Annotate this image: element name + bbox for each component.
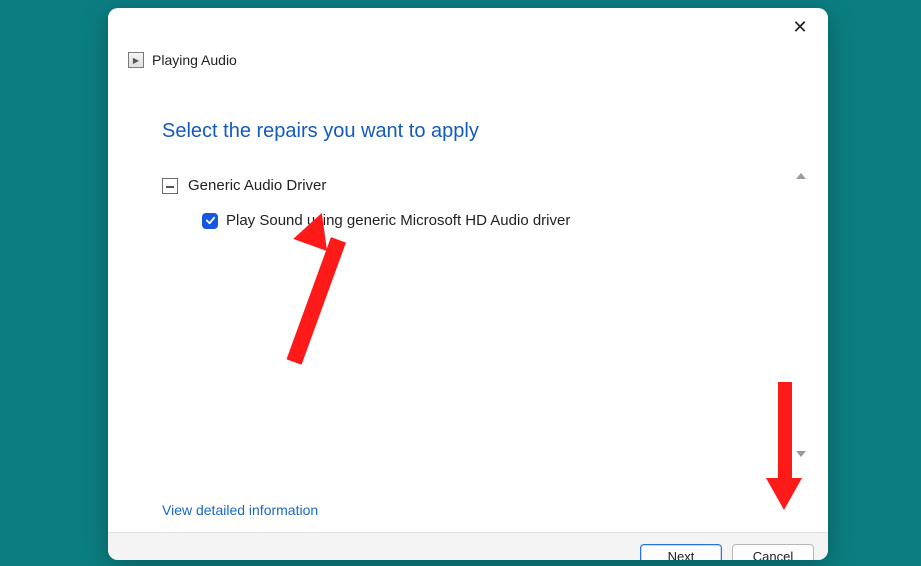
- driver-section-header[interactable]: Generic Audio Driver: [162, 177, 770, 194]
- close-button[interactable]: ✕: [786, 13, 814, 41]
- close-icon: ✕: [792, 18, 807, 36]
- next-button[interactable]: Next: [640, 544, 722, 561]
- dialog-footer: Next Cancel: [108, 532, 828, 560]
- scroll-down-icon: [796, 451, 806, 457]
- checkmark-icon: [205, 215, 216, 226]
- collapse-icon: [162, 178, 178, 194]
- page-heading: Select the repairs you want to apply: [162, 120, 780, 143]
- dialog-content: Select the repairs you want to apply Gen…: [108, 76, 828, 532]
- titlebar: ✕: [108, 8, 828, 46]
- driver-section-label: Generic Audio Driver: [188, 177, 326, 194]
- repair-option-checkbox[interactable]: [202, 213, 218, 229]
- troubleshooter-dialog: ✕ Playing Audio Select the repairs you w…: [108, 8, 828, 560]
- repair-option-label: Play Sound using generic Microsoft HD Au…: [226, 212, 570, 229]
- playing-audio-icon: [128, 52, 144, 68]
- repairs-list: Generic Audio Driver Play Sound using ge…: [162, 177, 780, 467]
- repair-option-row[interactable]: Play Sound using generic Microsoft HD Au…: [202, 212, 770, 229]
- cancel-button[interactable]: Cancel: [732, 544, 814, 561]
- scroll-up-icon: [796, 173, 806, 179]
- dialog-title: Playing Audio: [152, 52, 237, 68]
- scrollbar[interactable]: [792, 173, 810, 457]
- view-detailed-information-link[interactable]: View detailed information: [162, 502, 318, 518]
- dialog-header: Playing Audio: [108, 46, 828, 76]
